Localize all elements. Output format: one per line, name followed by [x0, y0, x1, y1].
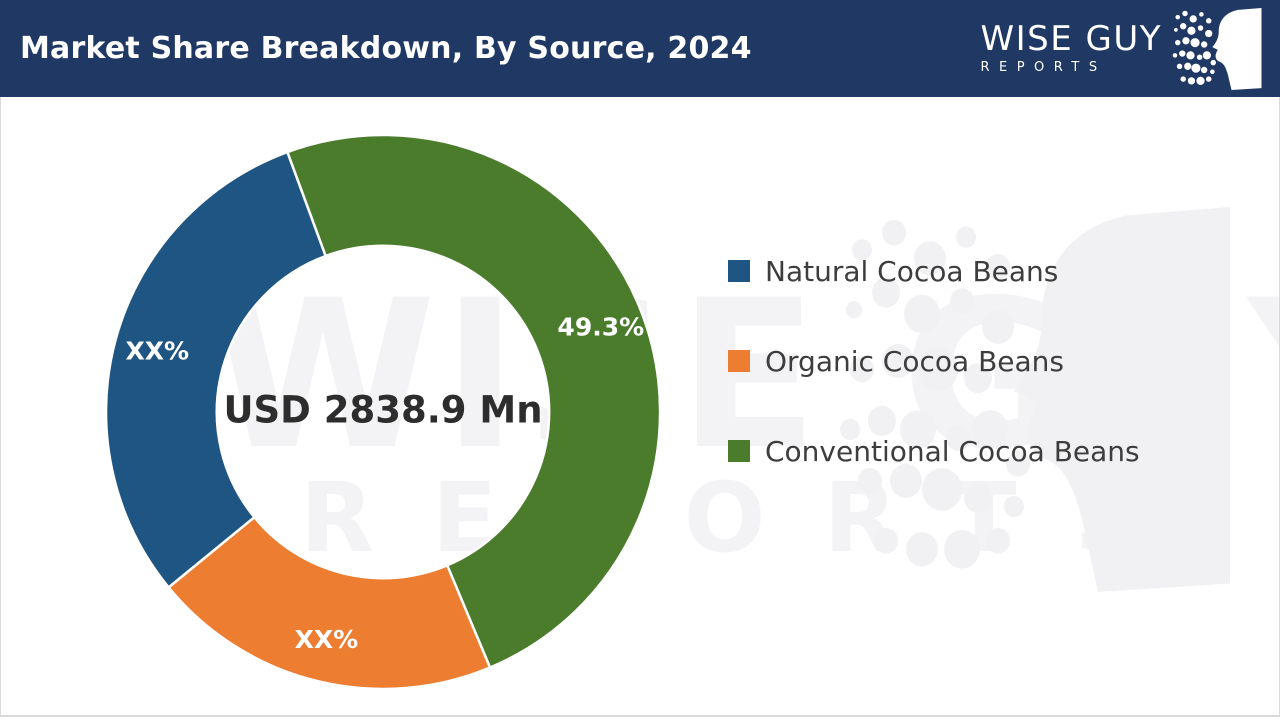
- legend-label: Natural Cocoa Beans: [765, 254, 1059, 288]
- wiseguy-face-icon: [1170, 8, 1262, 90]
- chart-area: WISE GUY REPORTS 49.3%XX%XX% USD 2838.9 …: [0, 97, 1280, 720]
- slice-pct-label: XX%: [295, 625, 359, 654]
- logo-text: WISE GUY REPORTS: [980, 19, 1162, 75]
- legend-item-organic: Organic Cocoa Beans: [728, 344, 1140, 378]
- legend-swatch-natural: [728, 260, 750, 282]
- legend-label: Organic Cocoa Beans: [765, 344, 1065, 378]
- header-bar: Market Share Breakdown, By Source, 2024 …: [0, 0, 1280, 97]
- legend-item-conventional: Conventional Cocoa Beans: [728, 434, 1140, 468]
- legend-swatch-conventional: [728, 440, 750, 462]
- logo-brand-sub: REPORTS: [980, 59, 1107, 75]
- chart-legend: Natural Cocoa Beans Organic Cocoa Beans …: [728, 254, 1140, 468]
- infographic-page: Market Share Breakdown, By Source, 2024 …: [0, 0, 1280, 720]
- chart-center-value: USD 2838.9 Mn: [223, 388, 543, 432]
- legend-label: Conventional Cocoa Beans: [765, 434, 1140, 468]
- legend-item-natural: Natural Cocoa Beans: [728, 254, 1140, 288]
- wiseguy-logo: WISE GUY REPORTS: [980, 8, 1262, 90]
- page-title: Market Share Breakdown, By Source, 2024: [20, 31, 752, 66]
- legend-swatch-organic: [728, 350, 750, 372]
- slice-pct-label: XX%: [125, 336, 189, 365]
- logo-brand-name: WISE GUY: [980, 19, 1162, 60]
